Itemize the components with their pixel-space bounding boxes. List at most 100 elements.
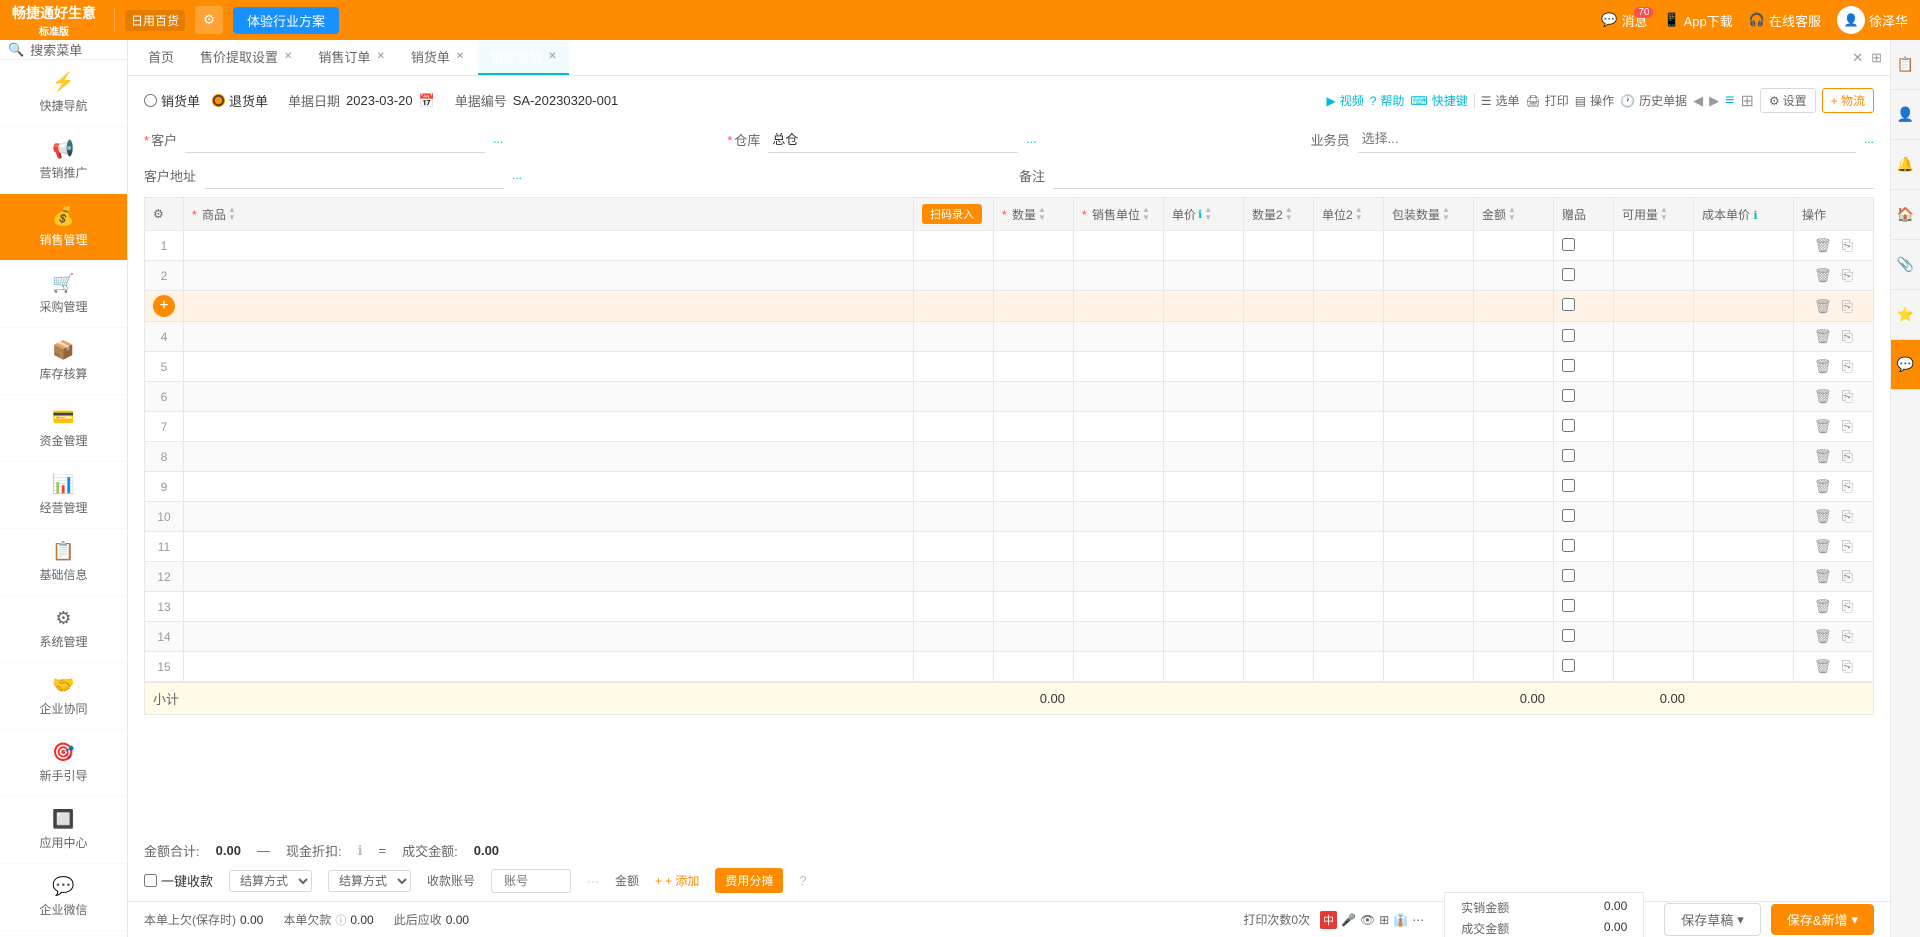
delete-row-btn-4[interactable]: 🗑 xyxy=(1812,326,1834,347)
gift-cell-4[interactable] xyxy=(1554,322,1614,352)
save-new-button[interactable]: 保存&新增 ▾ xyxy=(1771,904,1874,935)
amount-cell-14[interactable] xyxy=(1474,622,1554,652)
amount-cell-6[interactable] xyxy=(1474,382,1554,412)
product-cell-3[interactable] xyxy=(184,291,914,322)
gift-cell-10[interactable] xyxy=(1554,502,1614,532)
gift-cell-3[interactable] xyxy=(1554,291,1614,322)
setting-button[interactable]: ⚙ 设置 xyxy=(1760,88,1816,113)
pack-qty-cell-9[interactable] xyxy=(1384,472,1474,502)
pack-qty-cell-3[interactable] xyxy=(1384,291,1474,322)
qty2-cell-6[interactable] xyxy=(1244,382,1314,412)
product-input-10[interactable] xyxy=(192,510,905,524)
unit2-cell-11[interactable] xyxy=(1314,532,1384,562)
cost-price-cell-3[interactable] xyxy=(1694,291,1794,322)
right-panel-btn-1[interactable]: 📋 xyxy=(1891,40,1920,90)
receipt-no-input[interactable] xyxy=(491,869,571,893)
qty2-cell-1[interactable] xyxy=(1244,231,1314,261)
qty-cell-5[interactable] xyxy=(994,352,1074,382)
amount-cell-12[interactable] xyxy=(1474,562,1554,592)
gift-cell-14[interactable] xyxy=(1554,622,1614,652)
sales-unit-cell-12[interactable] xyxy=(1074,562,1164,592)
trial-button[interactable]: 体验行业方案 xyxy=(233,7,339,34)
calc-method-select[interactable]: 结算方式 xyxy=(328,870,411,892)
qty-cell-14[interactable] xyxy=(994,622,1074,652)
tab-sales-return[interactable]: 销货退货 ✕ xyxy=(478,41,568,75)
qty2-cell-3[interactable] xyxy=(1244,291,1314,322)
right-panel-btn-2[interactable]: 👤 xyxy=(1891,90,1920,140)
pack-qty-cell-12[interactable] xyxy=(1384,562,1474,592)
cost-price-cell-4[interactable] xyxy=(1694,322,1794,352)
cost-price-cell-12[interactable] xyxy=(1694,562,1794,592)
unit2-cell-4[interactable] xyxy=(1314,322,1384,352)
copy-row-btn-3[interactable]: ⎘ xyxy=(1840,296,1855,317)
unit-price-cell-5[interactable] xyxy=(1164,352,1244,382)
gift-cell-15[interactable] xyxy=(1554,652,1614,682)
amount-cell-7[interactable] xyxy=(1474,412,1554,442)
product-cell-11[interactable] xyxy=(184,532,914,562)
unit-price-cell-11[interactable] xyxy=(1164,532,1244,562)
delete-row-btn-3[interactable]: 🗑 xyxy=(1812,296,1834,317)
app-download-button[interactable]: 📱 App下载 xyxy=(1663,11,1732,30)
customer-more-btn[interactable]: ... xyxy=(493,132,503,146)
warehouse-more-btn[interactable]: ... xyxy=(1026,132,1036,146)
nav-next-btn[interactable]: ▶ xyxy=(1709,93,1719,109)
unit-price-cell-13[interactable] xyxy=(1164,592,1244,622)
qty2-cell-9[interactable] xyxy=(1244,472,1314,502)
sales-unit-cell-10[interactable] xyxy=(1074,502,1164,532)
delete-row-btn-13[interactable]: 🗑 xyxy=(1812,596,1834,617)
product-input-7[interactable] xyxy=(192,420,905,434)
amount-cell-11[interactable] xyxy=(1474,532,1554,562)
unit2-cell-15[interactable] xyxy=(1314,652,1384,682)
unit2-cell-7[interactable] xyxy=(1314,412,1384,442)
delete-row-btn-5[interactable]: 🗑 xyxy=(1812,356,1834,377)
unit2-cell-9[interactable] xyxy=(1314,472,1384,502)
view-toggle-grid[interactable]: ⊞ xyxy=(1740,91,1753,111)
qty2-cell-10[interactable] xyxy=(1244,502,1314,532)
unit-price-cell-7[interactable] xyxy=(1164,412,1244,442)
add-button[interactable]: + + 添加 xyxy=(655,872,699,889)
layout-icon[interactable]: ⊞ xyxy=(1379,913,1389,927)
unit-price-cell-14[interactable] xyxy=(1164,622,1244,652)
mic-icon[interactable]: 🎤 xyxy=(1341,913,1356,927)
sidebar-item-finance[interactable]: 💳 资金管理 xyxy=(0,395,127,462)
available-cell-15[interactable] xyxy=(1614,652,1694,682)
unit2-cell-2[interactable] xyxy=(1314,261,1384,291)
qty-cell-10[interactable] xyxy=(994,502,1074,532)
tab-sales-delivery[interactable]: 销货单 ✕ xyxy=(399,41,476,75)
cost-price-cell-10[interactable] xyxy=(1694,502,1794,532)
qty-cell-8[interactable] xyxy=(994,442,1074,472)
available-cell-12[interactable] xyxy=(1614,562,1694,592)
pack-qty-cell-15[interactable] xyxy=(1384,652,1474,682)
pack-qty-cell-6[interactable] xyxy=(1384,382,1474,412)
copy-row-btn-10[interactable]: ⎘ xyxy=(1840,506,1855,527)
tab-home[interactable]: 首页 xyxy=(136,41,186,75)
product-cell-8[interactable] xyxy=(184,442,914,472)
qty2-cell-8[interactable] xyxy=(1244,442,1314,472)
sales-unit-cell-11[interactable] xyxy=(1074,532,1164,562)
product-input-15[interactable] xyxy=(192,660,905,674)
settings-button[interactable]: ⚙ xyxy=(195,6,223,34)
available-cell-2[interactable] xyxy=(1614,261,1694,291)
gift-cell-2[interactable] xyxy=(1554,261,1614,291)
sidebar-item-shortcut[interactable]: ⚡ 快捷导航 xyxy=(0,60,127,127)
sales-unit-cell-8[interactable] xyxy=(1074,442,1164,472)
unit2-cell-14[interactable] xyxy=(1314,622,1384,652)
amount-cell-15[interactable] xyxy=(1474,652,1554,682)
gift-cell-8[interactable] xyxy=(1554,442,1614,472)
product-cell-7[interactable] xyxy=(184,412,914,442)
sales-unit-cell-2[interactable] xyxy=(1074,261,1164,291)
available-cell-10[interactable] xyxy=(1614,502,1694,532)
product-cell-5[interactable] xyxy=(184,352,914,382)
close-sales-order-tab[interactable]: ✕ xyxy=(376,51,384,62)
pack-qty-cell-1[interactable] xyxy=(1384,231,1474,261)
copy-row-btn-8[interactable]: ⎘ xyxy=(1840,446,1855,467)
operate-btn[interactable]: ▤ 操作 xyxy=(1575,92,1614,109)
cost-price-cell-9[interactable] xyxy=(1694,472,1794,502)
delete-row-btn-1[interactable]: 🗑 xyxy=(1812,235,1834,256)
dropdown-arrow2[interactable]: ▾ xyxy=(1851,912,1858,928)
warehouse-input[interactable] xyxy=(768,125,1018,153)
unit-price-cell-3[interactable] xyxy=(1164,291,1244,322)
tab-sales-order[interactable]: 销售订单 ✕ xyxy=(306,41,396,75)
delete-row-btn-9[interactable]: 🗑 xyxy=(1812,476,1834,497)
sales-unit-cell-1[interactable] xyxy=(1074,231,1164,261)
